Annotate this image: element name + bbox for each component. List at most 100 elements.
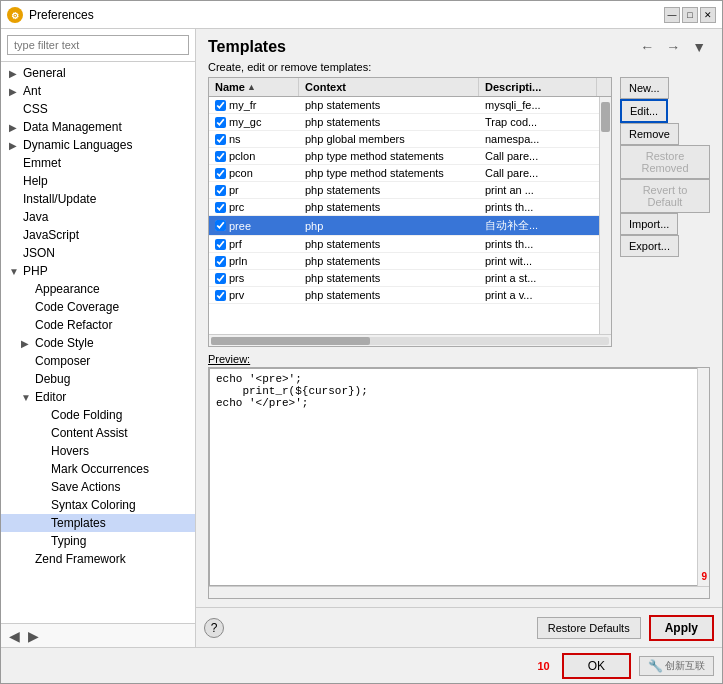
preview-v-scrollbar[interactable]: 9 [697, 368, 709, 586]
table-row[interactable]: my_frphp statementsmysqli_fe... [209, 97, 599, 114]
td-name: prv [209, 287, 299, 303]
main-content: ▶General▶AntCSS▶Data Management▶Dynamic … [1, 29, 722, 647]
sidebar-item-help[interactable]: Help [1, 172, 195, 190]
row-checkbox[interactable] [215, 273, 226, 284]
ok-button[interactable]: OK [562, 653, 631, 679]
vertical-scrollbar[interactable] [599, 97, 611, 334]
nav-forward-button[interactable]: ▶ [24, 626, 43, 646]
sidebar-item-templates[interactable]: Templates [1, 514, 195, 532]
sidebar-item-typing[interactable]: Typing [1, 532, 195, 550]
td-context: php statements [299, 182, 479, 198]
row-checkbox[interactable] [215, 220, 226, 231]
create-label: Create, edit or remove templates: [208, 61, 710, 73]
table-row[interactable]: prlnphp statementsprint wit... [209, 253, 599, 270]
sidebar-item-php[interactable]: ▼PHP [1, 262, 195, 280]
row-checkbox[interactable] [215, 256, 226, 267]
row-checkbox[interactable] [215, 100, 226, 111]
tree-label: Java [23, 210, 48, 224]
row-checkbox[interactable] [215, 185, 226, 196]
td-context: php type method statements [299, 148, 479, 164]
sidebar-item-appearance[interactable]: Appearance [1, 280, 195, 298]
close-button[interactable]: ✕ [700, 7, 716, 23]
help-button[interactable]: ? [204, 618, 224, 638]
sidebar-item-mark-occurrences[interactable]: Mark Occurrences [1, 460, 195, 478]
sidebar-item-save-actions[interactable]: Save Actions [1, 478, 195, 496]
tree-label: Code Style [35, 336, 94, 350]
table-row[interactable]: pclonphp type method statementsCall pare… [209, 148, 599, 165]
tree-label: Code Refactor [35, 318, 112, 332]
very-bottom-bar: 10 OK 🔧 创新互联 [1, 647, 722, 683]
table-row[interactable]: preephp自动补全... [209, 216, 599, 236]
tree-label: Editor [35, 390, 66, 404]
window-controls: — □ ✕ [664, 7, 716, 23]
td-context: php statements [299, 270, 479, 286]
sidebar-item-dynamic-languages[interactable]: ▶Dynamic Languages [1, 136, 195, 154]
scroll-number: 9 [701, 571, 707, 582]
table-row[interactable]: my_gcphp statementsTrap cod... [209, 114, 599, 131]
sidebar-item-content-assist[interactable]: Content Assist [1, 424, 195, 442]
sidebar-item-code-coverage[interactable]: Code Coverage [1, 298, 195, 316]
export-button[interactable]: Export... [620, 235, 679, 257]
sidebar-item-code-style[interactable]: ▶Code Style [1, 334, 195, 352]
td-context: php statements [299, 236, 479, 252]
panel-back-button[interactable]: ← [636, 37, 658, 57]
tree-label: Dynamic Languages [23, 138, 132, 152]
sidebar-item-ant[interactable]: ▶Ant [1, 82, 195, 100]
nav-back-button[interactable]: ◀ [5, 626, 24, 646]
table-row[interactable]: prphp statementsprint an ... [209, 182, 599, 199]
search-box [1, 29, 195, 62]
table-row[interactable]: prcphp statementsprints th... [209, 199, 599, 216]
apply-button[interactable]: Apply [649, 615, 714, 641]
sidebar-item-emmet[interactable]: Emmet [1, 154, 195, 172]
preferences-window: ⚙ Preferences — □ ✕ ▶General▶AntCSS▶Data… [0, 0, 723, 684]
sidebar-item-javascript[interactable]: JavaScript [1, 226, 195, 244]
panel-menu-button[interactable]: ▼ [688, 37, 710, 57]
sidebar-item-hovers[interactable]: Hovers [1, 442, 195, 460]
tree-label: Data Management [23, 120, 122, 134]
restore-defaults-button[interactable]: Restore Defaults [537, 617, 641, 639]
import-button[interactable]: Import... [620, 213, 678, 235]
table-row[interactable]: pconphp type method statementsCall pare.… [209, 165, 599, 182]
row-checkbox[interactable] [215, 151, 226, 162]
remove-button[interactable]: Remove [620, 123, 679, 145]
panel-forward-button[interactable]: → [662, 37, 684, 57]
row-checkbox[interactable] [215, 239, 226, 250]
sidebar-item-general[interactable]: ▶General [1, 64, 195, 82]
tree-label: Emmet [23, 156, 61, 170]
table-row[interactable]: prsphp statementsprint a st... [209, 270, 599, 287]
brand-logo: 🔧 创新互联 [639, 656, 714, 676]
new-button[interactable]: New... [620, 77, 669, 99]
tree-label: Composer [35, 354, 90, 368]
td-name: pclon [209, 148, 299, 164]
sidebar-item-data-management[interactable]: ▶Data Management [1, 118, 195, 136]
sidebar-item-debug[interactable]: Debug [1, 370, 195, 388]
row-checkbox[interactable] [215, 134, 226, 145]
sidebar-item-composer[interactable]: Composer [1, 352, 195, 370]
row-checkbox[interactable] [215, 290, 226, 301]
horizontal-scrollbar[interactable] [209, 334, 611, 346]
h-scroll-track [211, 337, 609, 345]
preview-area: Preview: echo '<pre>'; print_r(${cursor}… [208, 353, 710, 599]
edit-button[interactable]: Edit... [620, 99, 668, 123]
table-row[interactable]: nsphp global membersnamespa... [209, 131, 599, 148]
sidebar-item-css[interactable]: CSS [1, 100, 195, 118]
search-input[interactable] [7, 35, 189, 55]
row-checkbox[interactable] [215, 117, 226, 128]
row-checkbox[interactable] [215, 168, 226, 179]
sidebar-item-syntax-coloring[interactable]: Syntax Coloring [1, 496, 195, 514]
sidebar: ▶General▶AntCSS▶Data Management▶Dynamic … [1, 29, 196, 647]
sidebar-item-code-refactor[interactable]: Code Refactor [1, 316, 195, 334]
sidebar-item-install-update[interactable]: Install/Update [1, 190, 195, 208]
table-row[interactable]: prvphp statementsprint a v... [209, 287, 599, 304]
sidebar-item-code-folding[interactable]: Code Folding [1, 406, 195, 424]
row-checkbox[interactable] [215, 202, 226, 213]
table-row[interactable]: prfphp statementsprints th... [209, 236, 599, 253]
sidebar-item-java[interactable]: Java [1, 208, 195, 226]
sidebar-item-editor[interactable]: ▼Editor [1, 388, 195, 406]
minimize-button[interactable]: — [664, 7, 680, 23]
maximize-button[interactable]: □ [682, 7, 698, 23]
preview-h-scrollbar[interactable] [209, 586, 709, 598]
sidebar-item-zend-framework[interactable]: Zend Framework [1, 550, 195, 568]
sidebar-item-json[interactable]: JSON [1, 244, 195, 262]
svg-text:⚙: ⚙ [11, 11, 19, 21]
